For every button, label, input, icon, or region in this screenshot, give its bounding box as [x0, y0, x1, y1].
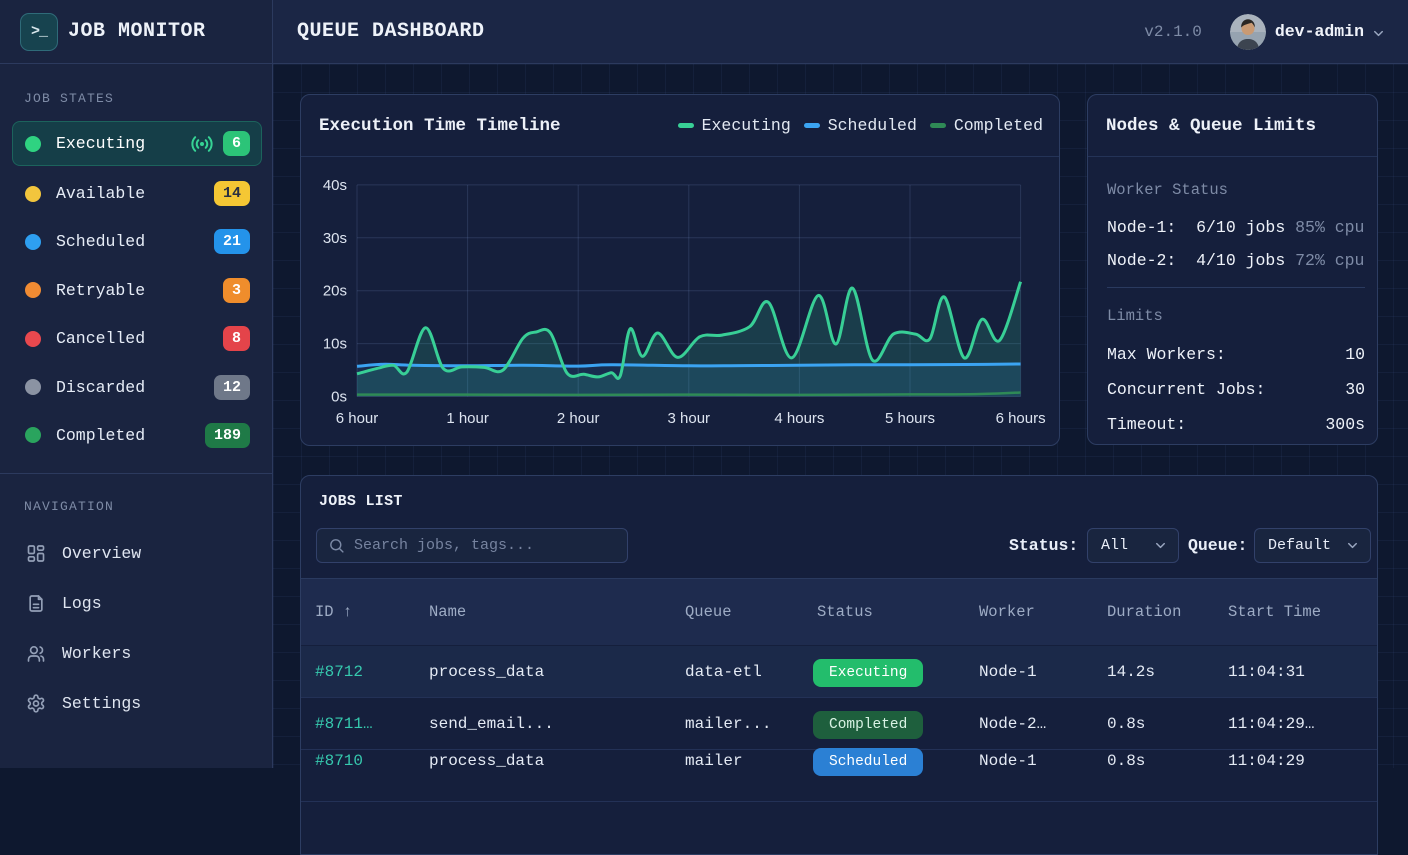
svg-text:2 hour: 2 hour [557, 410, 600, 427]
svg-text:1 hour: 1 hour [446, 410, 489, 427]
svg-text:6 hours: 6 hours [996, 410, 1046, 427]
svg-text:0s: 0s [331, 389, 347, 406]
svg-text:3 hour: 3 hour [668, 410, 711, 427]
svg-text:40s: 40s [323, 177, 347, 194]
svg-text:10s: 10s [323, 336, 347, 353]
svg-text:20s: 20s [323, 283, 347, 300]
svg-text:6 hour: 6 hour [336, 410, 379, 427]
svg-text:4 hours: 4 hours [774, 410, 824, 427]
svg-text:30s: 30s [323, 230, 347, 247]
svg-text:5 hours: 5 hours [885, 410, 935, 427]
